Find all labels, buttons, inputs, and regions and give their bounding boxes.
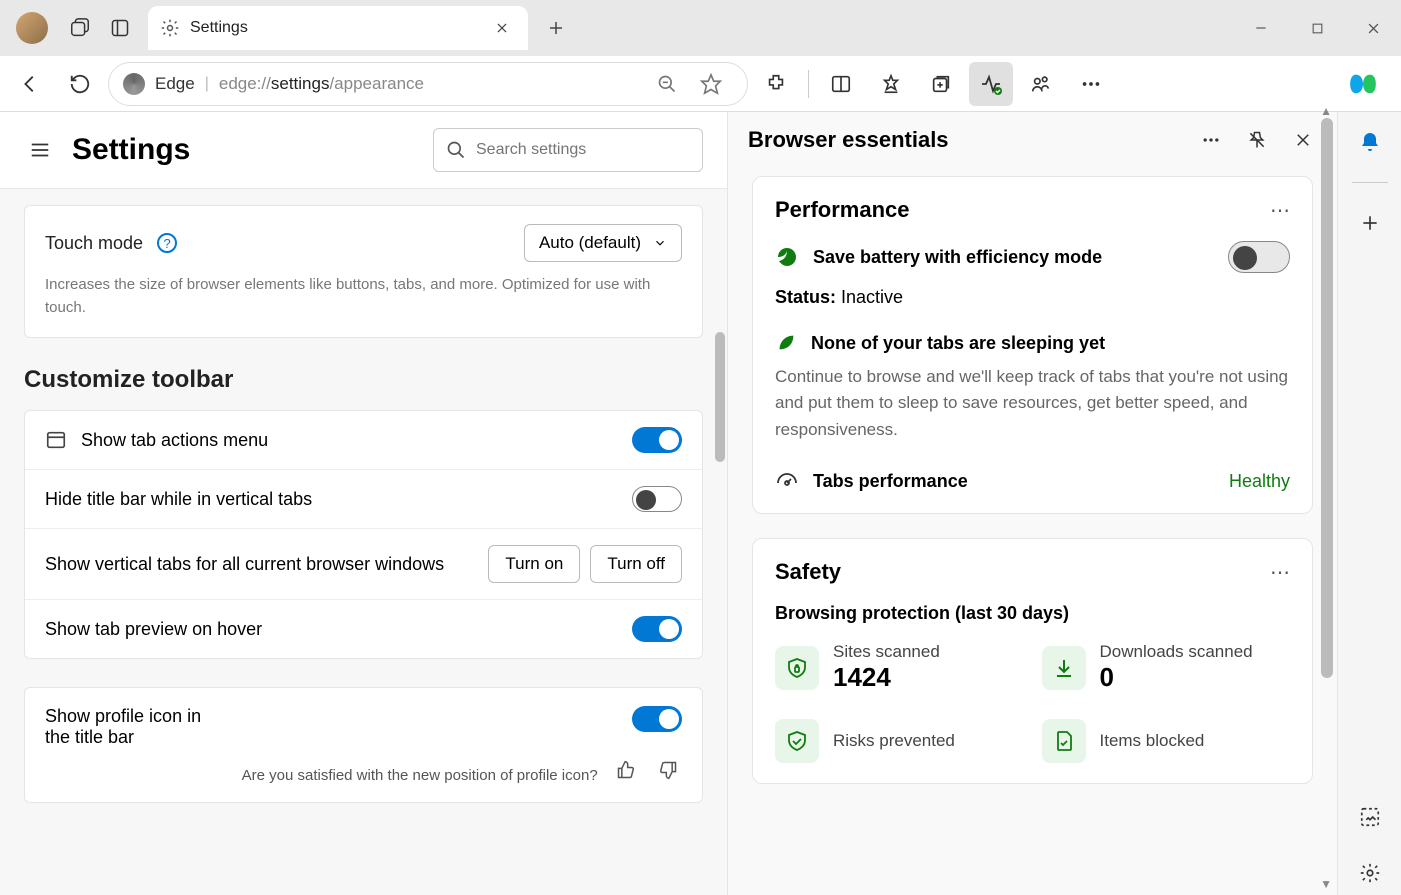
tab-title: Settings: [190, 19, 488, 37]
safety-more-icon[interactable]: ⋯: [1270, 560, 1290, 585]
profile-feedback: Are you satisfied with the new position …: [45, 756, 682, 784]
settings-title: Settings: [72, 133, 417, 167]
tab-actions-toggle[interactable]: [632, 427, 682, 453]
notifications-icon[interactable]: [1348, 120, 1392, 164]
window-controls: [1233, 8, 1401, 48]
essentials-panel: Browser essentials Performance ⋯ Save ba…: [727, 112, 1337, 895]
stat-risks: Risks prevented: [775, 719, 1024, 763]
row-hide-title: Hide title bar while in vertical tabs: [25, 470, 702, 529]
back-button[interactable]: [8, 62, 52, 106]
customize-toolbar-heading: Customize toolbar: [24, 366, 703, 394]
close-window-button[interactable]: [1345, 8, 1401, 48]
safety-title: Safety: [775, 559, 1270, 585]
screenshot-icon[interactable]: [1348, 795, 1392, 839]
safety-card: Safety ⋯ Browsing protection (last 30 da…: [752, 538, 1313, 784]
essentials-more-icon[interactable]: [1197, 126, 1225, 154]
tab-icon: [45, 429, 67, 451]
workspaces-icon[interactable]: [60, 8, 100, 48]
personal-icon[interactable]: [1019, 62, 1063, 106]
row-tab-actions: Show tab actions menu: [25, 411, 702, 470]
url-brand: Edge: [155, 74, 195, 94]
more-menu-icon[interactable]: [1069, 62, 1113, 106]
url-text: edge://settings/appearance: [219, 74, 424, 94]
scroll-up-arrow[interactable]: ▲: [1320, 104, 1332, 118]
info-icon[interactable]: ?: [157, 233, 177, 253]
sleep-title: None of your tabs are sleeping yet: [811, 333, 1105, 354]
copilot-icon[interactable]: [1341, 62, 1385, 106]
performance-title: Performance: [775, 197, 1270, 223]
gear-icon: [160, 18, 180, 38]
add-sidebar-button[interactable]: [1348, 201, 1392, 245]
profile-icon-card: Show profile icon in the title bar Are y…: [24, 687, 703, 803]
collections-icon[interactable]: [919, 62, 963, 106]
row-tab-preview: Show tab preview on hover: [25, 600, 702, 658]
file-check-icon: [1042, 719, 1086, 763]
touch-mode-desc: Increases the size of browser elements l…: [45, 274, 682, 319]
thumbs-up-button[interactable]: [612, 756, 640, 784]
tab-actions-icon[interactable]: [100, 8, 140, 48]
profile-avatar[interactable]: [16, 12, 48, 44]
performance-card: Performance ⋯ Save battery with efficien…: [752, 176, 1313, 514]
scroll-down-arrow[interactable]: ▼: [1320, 877, 1332, 891]
customize-list: Show tab actions menu Hide title bar whi…: [24, 410, 703, 659]
stat-blocked: Items blocked: [1042, 719, 1291, 763]
refresh-button[interactable]: [58, 62, 102, 106]
right-sidebar: [1337, 112, 1401, 895]
profile-icon-label: Show profile icon in the title bar: [45, 706, 225, 748]
download-icon: [1042, 646, 1086, 690]
safety-subtitle: Browsing protection (last 30 days): [775, 603, 1290, 624]
efficiency-toggle[interactable]: [1228, 241, 1290, 273]
leaf-icon: [775, 245, 799, 269]
leaf-small-icon: [775, 332, 797, 354]
unpin-icon[interactable]: [1243, 126, 1271, 154]
turn-off-button[interactable]: Turn off: [590, 545, 682, 583]
titlebar: Settings: [0, 0, 1401, 56]
search-icon: [446, 140, 466, 160]
gauge-icon: [775, 469, 799, 493]
shield-check-icon: [775, 719, 819, 763]
settings-search-input[interactable]: [476, 141, 690, 159]
touch-mode-select[interactable]: Auto (default): [524, 224, 682, 262]
shield-lock-icon: [775, 646, 819, 690]
tab-close-button[interactable]: [488, 14, 516, 42]
row-vertical-tabs: Show vertical tabs for all current brows…: [25, 529, 702, 600]
touch-mode-card: Touch mode ? Auto (default) Increases th…: [24, 205, 703, 338]
tabs-performance-label: Tabs performance: [813, 471, 1215, 492]
split-screen-icon[interactable]: [819, 62, 863, 106]
favorite-star-icon[interactable]: [689, 62, 733, 106]
browser-essentials-icon[interactable]: [969, 62, 1013, 106]
hamburger-menu-icon[interactable]: [24, 134, 56, 166]
efficiency-status: Status: Inactive: [775, 287, 1290, 308]
stat-sites: Sites scanned1424: [775, 642, 1024, 693]
settings-scrollbar[interactable]: [715, 332, 725, 462]
tabs-performance-status: Healthy: [1229, 471, 1290, 492]
close-panel-button[interactable]: [1289, 126, 1317, 154]
sleep-desc: Continue to browse and we'll keep track …: [775, 364, 1290, 443]
essentials-scrollbar[interactable]: [1321, 118, 1333, 678]
hide-title-toggle[interactable]: [632, 486, 682, 512]
stat-downloads: Downloads scanned0: [1042, 642, 1291, 693]
browser-tab[interactable]: Settings: [148, 6, 528, 50]
sidebar-settings-icon[interactable]: [1348, 851, 1392, 895]
address-bar[interactable]: Edge | edge://settings/appearance: [108, 62, 748, 106]
new-tab-button[interactable]: [536, 8, 576, 48]
performance-more-icon[interactable]: ⋯: [1270, 198, 1290, 223]
efficiency-label: Save battery with efficiency mode: [813, 247, 1214, 268]
extensions-icon[interactable]: [754, 62, 798, 106]
favorites-list-icon[interactable]: [869, 62, 913, 106]
toolbar: Edge | edge://settings/appearance: [0, 56, 1401, 112]
zoom-out-icon[interactable]: [645, 62, 689, 106]
settings-search[interactable]: [433, 128, 703, 172]
edge-logo-icon: [123, 73, 145, 95]
touch-mode-label: Touch mode: [45, 233, 143, 254]
minimize-button[interactable]: [1233, 8, 1289, 48]
thumbs-down-button[interactable]: [654, 756, 682, 784]
chevron-down-icon: [653, 236, 667, 250]
essentials-title: Browser essentials: [748, 127, 1197, 153]
settings-panel: Settings Touch mode ? Auto (default) Inc…: [0, 112, 727, 895]
maximize-button[interactable]: [1289, 8, 1345, 48]
turn-on-button[interactable]: Turn on: [488, 545, 580, 583]
profile-icon-toggle[interactable]: [632, 706, 682, 732]
tab-preview-toggle[interactable]: [632, 616, 682, 642]
